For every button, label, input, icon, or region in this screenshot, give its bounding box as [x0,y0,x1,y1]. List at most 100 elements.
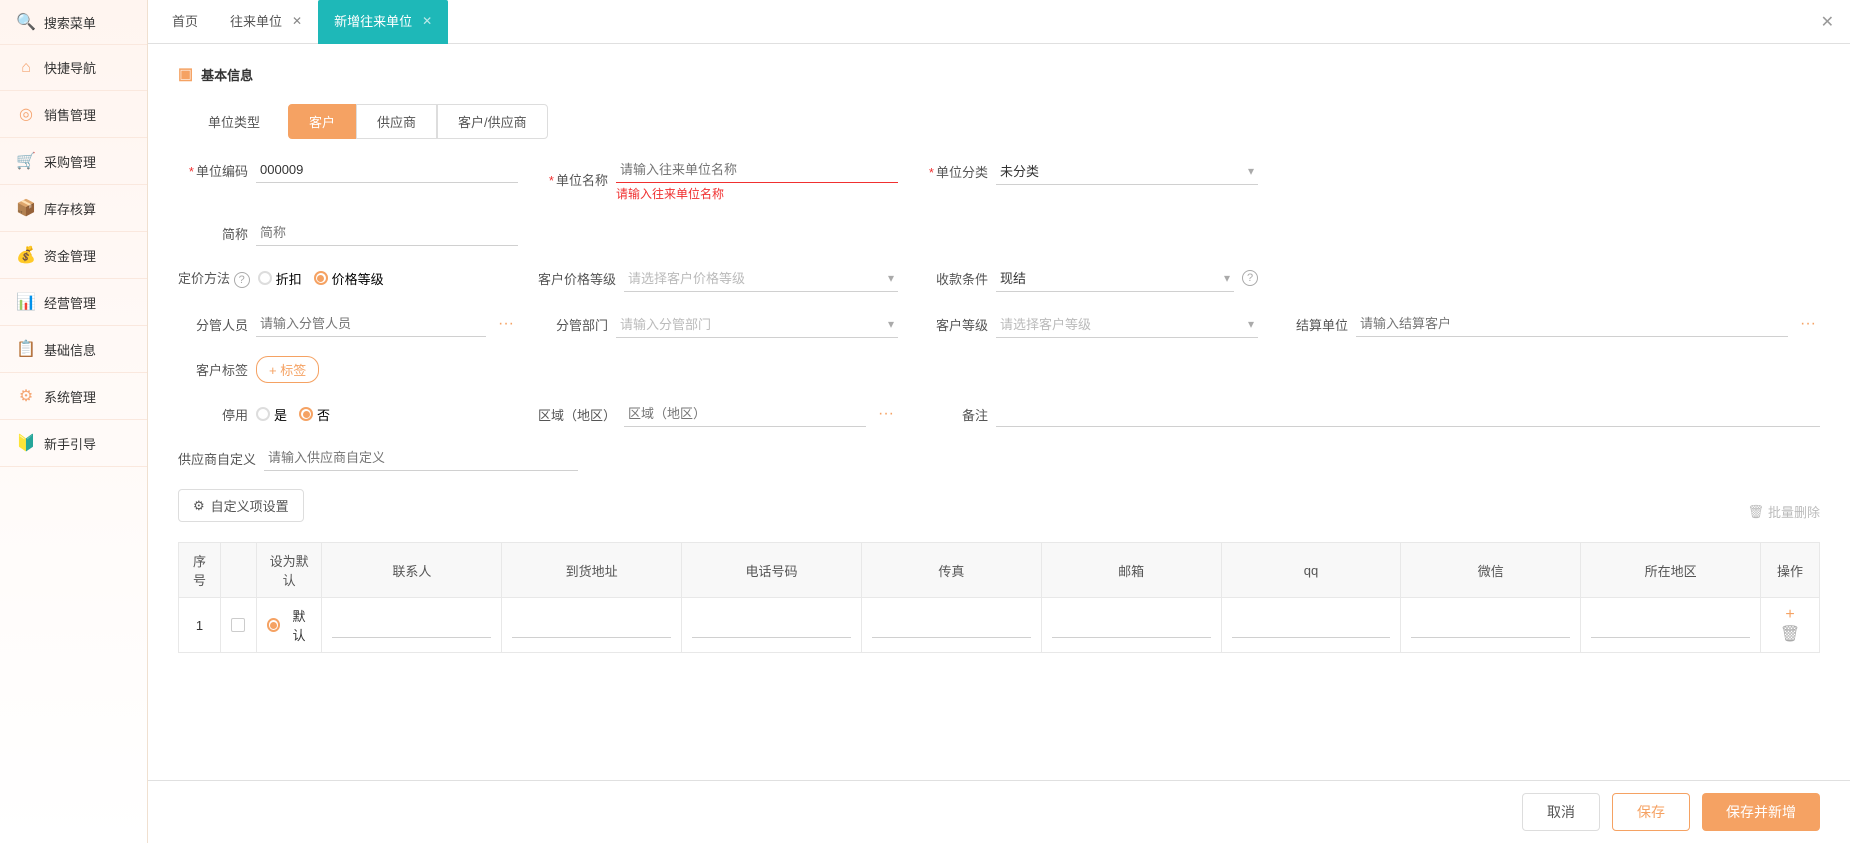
sidebar-item-guide[interactable]: 🔰 新手引导 [0,420,147,467]
manager-input[interactable] [256,311,486,337]
payment-terms-help-icon[interactable]: ? [1242,270,1258,286]
cell-email [1041,598,1221,653]
sidebar-item-basic[interactable]: 📋 基础信息 [0,326,147,373]
batch-delete-label: 批量删除 [1768,502,1820,521]
contacts-table-wrap: 序号 设为默认 联系人 到货地址 电话号码 传真 邮箱 qq 微信 所在地区 操… [178,542,1820,653]
radio-circle-price-level [314,271,328,285]
email-input[interactable] [1052,612,1211,638]
sidebar-item-system[interactable]: ⚙ 系统管理 [0,373,147,420]
form-content: ▣ 基本信息 单位类型 客户 供应商 客户/供应商 *单位编码 [148,44,1850,780]
address-input[interactable] [512,612,671,638]
main-area: 首页 往来单位 ✕ 新增往来单位 ✕ ✕ ▣ 基本信息 单位类型 客户 供应商 … [148,0,1850,843]
sidebar: 🔍 搜索菜单 ⌂ 快捷导航 ◎ 销售管理 🛒 采购管理 📦 库存核算 💰 资金管… [0,0,148,843]
radio-yes[interactable]: 是 [256,405,287,424]
tab-home-label: 首页 [172,11,198,30]
tab-partners[interactable]: 往来单位 ✕ [214,0,318,44]
sidebar-item-sales[interactable]: ◎ 销售管理 [0,91,147,138]
radio-label-price-level: 价格等级 [332,269,384,288]
short-name-input[interactable] [256,220,518,246]
tab-new-partner-label: 新增往来单位 [334,11,412,30]
unit-category-select[interactable]: 未分类 ▾ [996,157,1258,185]
remarks-input[interactable] [996,401,1820,427]
region-input[interactable] [624,401,866,427]
radio-circle-yes [256,407,270,421]
qq-input[interactable] [1232,612,1391,638]
pricing-method-group: 定价方法 ? 折扣 价格等级 [178,268,518,288]
wechat-input[interactable] [1411,612,1570,638]
unit-code-input[interactable] [256,157,518,183]
save-button[interactable]: 保存 [1612,793,1690,831]
row-delete-btn[interactable]: 🗑 [1777,626,1803,643]
form-row-tag: 客户标签 + 标签 [178,356,1820,383]
sidebar-item-quick-nav[interactable]: ⌂ 快捷导航 [0,45,147,91]
customer-level-select[interactable]: 请选择客户等级 ▾ [996,310,1258,338]
default-radio[interactable] [267,618,281,632]
form-row-disabled: 停用 是 否 区域（地区） ··· [178,401,1820,427]
add-tag-label: + 标签 [269,360,306,379]
form-row-basic: *单位编码 *单位名称 请输入往来单位名称 *单位分类 [178,157,1820,202]
cell-action-btns: + 🗑 [1761,598,1820,653]
save-new-button[interactable]: 保存并新增 [1702,793,1820,831]
radio-circle-no [299,407,313,421]
add-tag-button[interactable]: + 标签 [256,356,319,383]
unit-name-group: *单位名称 请输入往来单位名称 [538,157,898,202]
settlement-unit-more-btn[interactable]: ··· [1796,315,1820,333]
sidebar-item-purchase[interactable]: 🛒 采购管理 [0,138,147,185]
cell-fax [861,598,1041,653]
col-default: 设为默认 [256,543,322,598]
bottom-bar: 取消 保存 保存并新增 [148,780,1850,843]
unit-type-both[interactable]: 客户/供应商 [437,104,548,139]
tab-partners-close[interactable]: ✕ [292,14,302,28]
tab-new-partner[interactable]: 新增往来单位 ✕ [318,0,448,44]
customer-price-level-select[interactable]: 请选择客户价格等级 ▾ [624,264,898,292]
sales-icon: ◎ [16,104,36,124]
unit-type-supplier[interactable]: 供应商 [356,104,437,139]
location-input[interactable] [1591,612,1750,638]
business-icon: 📊 [16,292,36,312]
region-more-btn[interactable]: ··· [874,405,898,423]
cell-phone [682,598,862,653]
manager-more-btn[interactable]: ··· [494,315,518,333]
sidebar-item-finance[interactable]: 💰 资金管理 [0,232,147,279]
short-name-group: 简称 [178,220,518,246]
settlement-unit-input[interactable] [1356,311,1788,337]
supplier-custom-input[interactable] [264,445,578,471]
department-select[interactable]: 请输入分管部门 ▾ [616,310,898,338]
close-all-tabs[interactable]: ✕ [1813,8,1842,36]
unit-type-row: 单位类型 客户 供应商 客户/供应商 [178,104,1820,139]
unit-category-label: *单位分类 [918,162,988,181]
unit-name-input[interactable] [616,157,898,183]
custom-settings-button[interactable]: ⚙ 自定义项设置 [178,489,304,522]
customer-level-label: 客户等级 [918,315,988,334]
sidebar-search-label: 搜索菜单 [44,13,96,32]
radio-discount[interactable]: 折扣 [258,269,302,288]
section-title: 基本信息 [201,65,253,84]
remarks-group: 备注 [918,401,1820,427]
phone-input[interactable] [692,612,851,638]
radio-no[interactable]: 否 [299,405,330,424]
customer-tag-group: 客户标签 + 标签 [178,356,1820,383]
tab-new-partner-close[interactable]: ✕ [422,14,432,28]
cancel-button[interactable]: 取消 [1522,793,1600,831]
region-group: 区域（地区） ··· [538,401,898,427]
sidebar-item-label: 基础信息 [44,340,96,359]
radio-price-level[interactable]: 价格等级 [314,269,384,288]
batch-delete-button[interactable]: 🗑 批量删除 [1747,502,1820,521]
tab-home[interactable]: 首页 [156,0,214,44]
contact-input[interactable] [332,612,491,638]
payment-terms-select[interactable]: 现结 ▾ [996,264,1234,292]
pricing-help-icon[interactable]: ? [234,272,250,288]
gear-icon: ⚙ [193,498,205,514]
pricing-method-label: 定价方法 ? [178,268,250,288]
sidebar-item-inventory[interactable]: 📦 库存核算 [0,185,147,232]
row-add-btn[interactable]: + [1782,606,1797,623]
disabled-label: 停用 [178,405,248,424]
chevron-down-icon: ▾ [1248,164,1254,178]
customer-price-level-group: 客户价格等级 请选择客户价格等级 ▾ [538,264,898,292]
unit-type-customer[interactable]: 客户 [288,104,356,139]
fax-input[interactable] [872,612,1031,638]
row-checkbox[interactable] [231,618,245,632]
sidebar-item-label: 系统管理 [44,387,96,406]
sidebar-search[interactable]: 🔍 搜索菜单 [0,0,147,45]
sidebar-item-business[interactable]: 📊 经营管理 [0,279,147,326]
